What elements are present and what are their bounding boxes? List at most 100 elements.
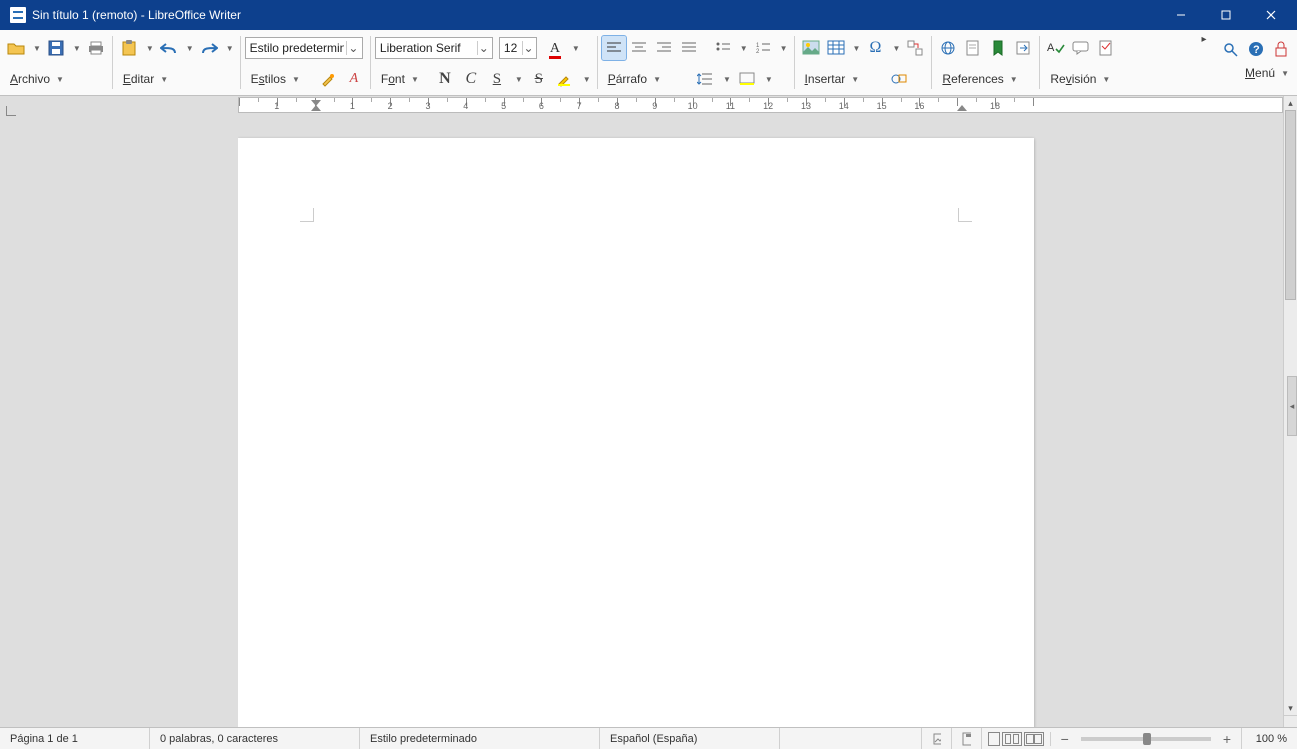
zoom-in-button[interactable]: + <box>1219 731 1235 747</box>
highlight-dropdown[interactable]: ▼ <box>579 67 593 91</box>
redo-dropdown[interactable]: ▼ <box>222 36 236 60</box>
line-spacing-dropdown[interactable]: ▼ <box>719 67 733 91</box>
zoom-out-button[interactable]: − <box>1057 731 1073 747</box>
view-multi-page-button[interactable] <box>1002 732 1022 746</box>
insertar-menu[interactable]: Insertar▼ <box>801 70 864 88</box>
align-left-button[interactable] <box>602 36 626 60</box>
print-button[interactable] <box>84 36 108 60</box>
save-button[interactable] <box>44 36 68 60</box>
font-color-dropdown[interactable]: ▼ <box>568 36 582 60</box>
insert-bookmark-button[interactable] <box>986 36 1010 60</box>
document-icon <box>10 7 26 23</box>
open-button[interactable] <box>4 36 28 60</box>
open-dropdown[interactable]: ▼ <box>29 36 43 60</box>
view-single-page-button[interactable] <box>988 732 1000 746</box>
left-indent-marker[interactable] <box>311 105 321 111</box>
font-color-button[interactable]: A <box>543 36 567 60</box>
paragraph-style-combo[interactable]: Estilo predeterminado ⌄ <box>245 37 363 59</box>
insert-hyperlink-button[interactable] <box>936 36 960 60</box>
number-list-dropdown[interactable]: ▼ <box>776 36 790 60</box>
undo-button[interactable] <box>157 36 181 60</box>
status-page[interactable]: Página 1 de 1 <box>0 728 150 749</box>
insert-table-button[interactable] <box>824 36 848 60</box>
document-page[interactable] <box>238 138 1034 727</box>
font-size-combo[interactable]: 12 ⌄ <box>499 37 537 59</box>
toolbar-expand-button[interactable]: ▸ <box>1197 34 1211 45</box>
font-menu[interactable]: Font▼ <box>377 70 423 88</box>
line-spacing-button[interactable] <box>693 67 717 91</box>
insert-comment-button[interactable] <box>1069 36 1093 60</box>
paste-button[interactable] <box>117 36 141 60</box>
zoom-slider[interactable] <box>1081 737 1211 741</box>
editar-menu[interactable]: Editar▼ <box>119 70 172 88</box>
clear-formatting-button[interactable]: A <box>342 67 366 91</box>
status-style[interactable]: Estilo predeterminado <box>360 728 600 749</box>
track-changes-button[interactable] <box>1094 36 1118 60</box>
status-language[interactable]: Español (España) <box>600 728 780 749</box>
insert-table-dropdown[interactable]: ▼ <box>849 36 863 60</box>
paragraph-style-value: Estilo predeterminado <box>250 41 345 55</box>
estilos-menu[interactable]: Estilos▼ <box>247 70 304 88</box>
font-name-combo[interactable]: Liberation Serif ⌄ <box>375 37 493 59</box>
references-menu[interactable]: References▼ <box>938 70 1021 88</box>
insert-symbol-dropdown[interactable]: ▼ <box>888 36 902 60</box>
group-editar: ▼ ▼ ▼ Editar▼ <box>113 30 240 95</box>
bullet-list-button[interactable] <box>711 36 735 60</box>
window-close-button[interactable] <box>1248 0 1293 30</box>
find-button[interactable] <box>1219 37 1243 61</box>
insert-draw-button[interactable] <box>887 67 911 91</box>
scroll-down-button[interactable]: ▾ <box>1284 701 1297 715</box>
insert-crossref-button[interactable] <box>1011 36 1035 60</box>
status-save-indicator[interactable] <box>952 728 982 749</box>
sidebar-toggle-handle[interactable]: ◂ <box>1287 376 1297 436</box>
window-minimize-button[interactable] <box>1158 0 1203 30</box>
undo-dropdown[interactable]: ▼ <box>182 36 196 60</box>
paragraph-color-button[interactable] <box>735 67 759 91</box>
spellcheck-button[interactable]: A <box>1044 36 1068 60</box>
number-list-button[interactable]: 12 <box>751 36 775 60</box>
zoom-slider-knob[interactable] <box>1143 733 1151 745</box>
align-justify-button[interactable] <box>677 36 701 60</box>
revision-menu[interactable]: Revisión▼ <box>1046 70 1114 88</box>
redo-button[interactable] <box>197 36 221 60</box>
paste-dropdown[interactable]: ▼ <box>142 36 156 60</box>
status-zoom-value[interactable]: 100 % <box>1241 728 1297 749</box>
underline-button[interactable]: S <box>485 67 509 91</box>
archivo-menu[interactable]: Archivo▼ <box>6 70 68 88</box>
insert-symbol-button[interactable]: Ω <box>863 36 887 60</box>
status-signature[interactable] <box>922 728 952 749</box>
right-indent-marker[interactable] <box>957 105 967 111</box>
align-center-button[interactable] <box>627 36 651 60</box>
help-button[interactable]: ? <box>1244 37 1268 61</box>
paragraph-color-dropdown[interactable]: ▼ <box>761 67 775 91</box>
highlight-button[interactable] <box>553 67 577 91</box>
clone-formatting-button[interactable] <box>316 67 340 91</box>
insert-pagebreak-button[interactable] <box>903 36 927 60</box>
page-area[interactable] <box>238 114 1283 727</box>
workspace: 11234567891011121314151618 ▴ ▾ ◂ <box>0 96 1297 727</box>
svg-text:A: A <box>1047 42 1055 54</box>
scroll-up-button[interactable]: ▴ <box>1284 96 1297 110</box>
menu-menu[interactable]: Menú▼ <box>1241 64 1293 82</box>
status-view-buttons <box>982 732 1051 746</box>
align-right-button[interactable] <box>652 36 676 60</box>
window-maximize-button[interactable] <box>1203 0 1248 30</box>
insert-footnote-button[interactable] <box>961 36 985 60</box>
group-archivo: ▼ ▼ Archivo▼ <box>0 30 112 95</box>
save-dropdown[interactable]: ▼ <box>69 36 83 60</box>
horizontal-ruler[interactable]: 11234567891011121314151618 <box>238 97 1283 113</box>
bold-button[interactable]: N <box>433 67 457 91</box>
bullet-list-dropdown[interactable]: ▼ <box>736 36 750 60</box>
view-book-button[interactable] <box>1024 732 1044 746</box>
insert-image-button[interactable] <box>799 36 823 60</box>
strikethrough-button[interactable]: S <box>527 67 551 91</box>
group-parrafo: ▼ 12 ▼ Párrafo▼ ▼ ▼ <box>598 30 794 95</box>
underline-dropdown[interactable]: ▼ <box>511 67 525 91</box>
margin-mark-top-right <box>958 208 972 222</box>
group-insertar: ▼ Ω ▼ Insertar▼ <box>795 30 932 95</box>
italic-button[interactable]: C <box>459 67 483 91</box>
scroll-thumb[interactable] <box>1285 110 1296 300</box>
readonly-button[interactable] <box>1269 37 1293 61</box>
status-wordcount[interactable]: 0 palabras, 0 caracteres <box>150 728 360 749</box>
parrafo-menu[interactable]: Párrafo▼ <box>604 70 665 88</box>
